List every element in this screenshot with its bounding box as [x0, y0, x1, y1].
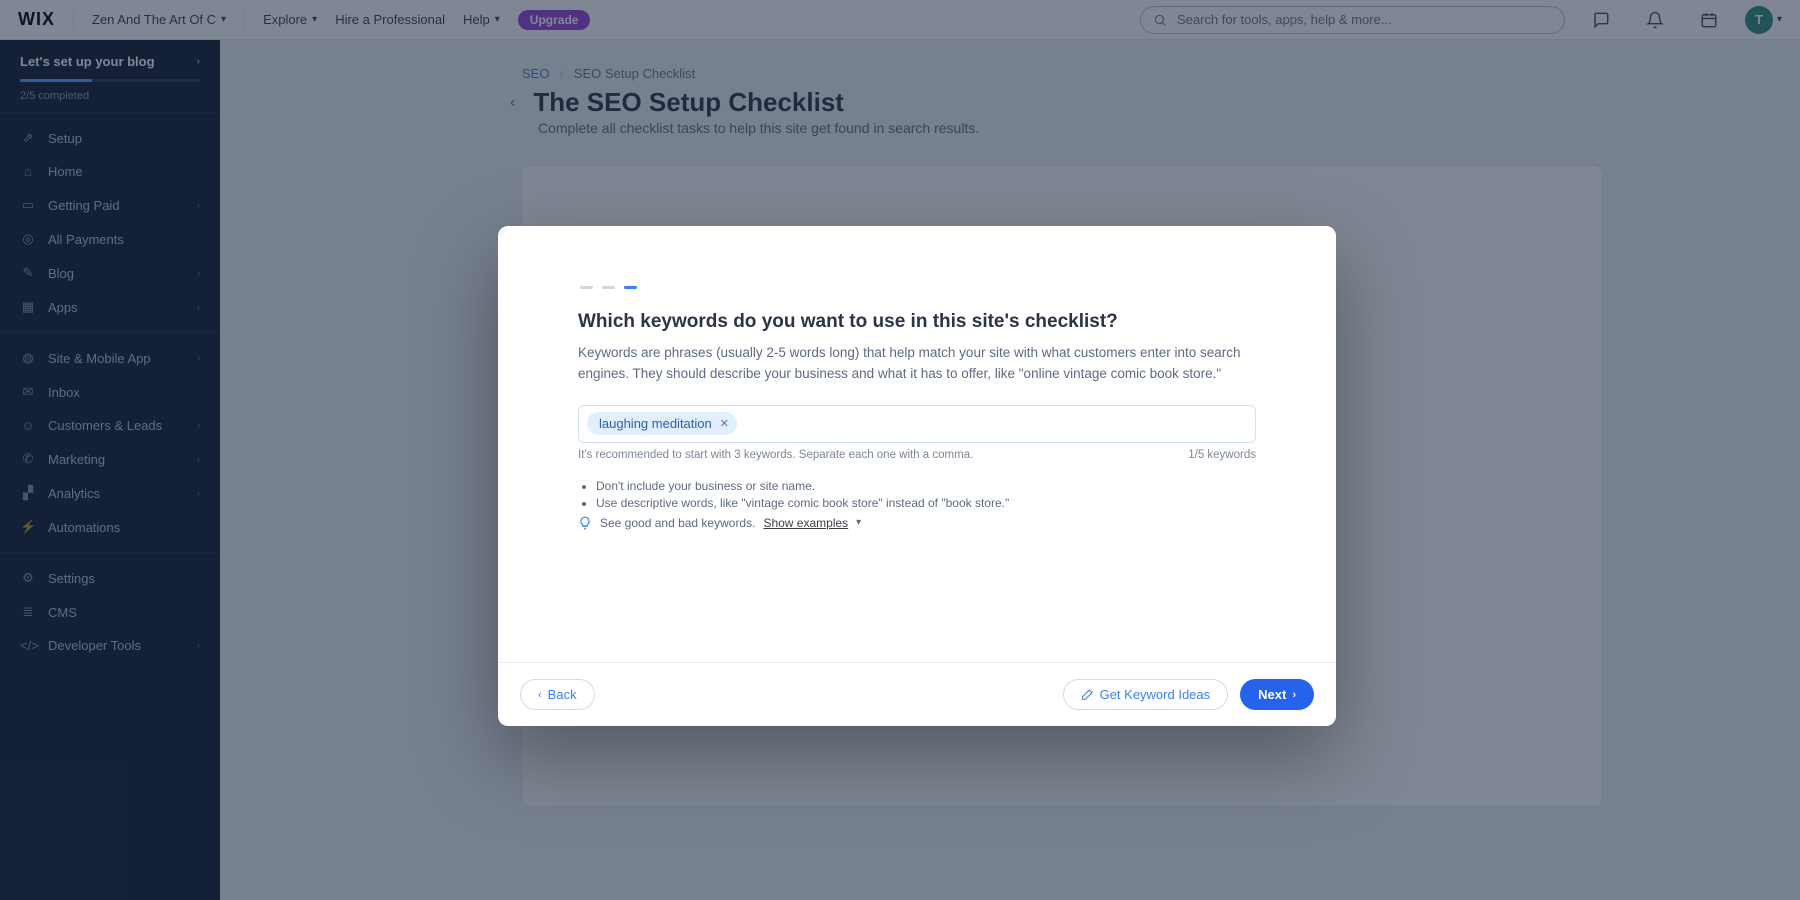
remove-tag-icon[interactable]: ✕ — [720, 417, 729, 430]
modal-title: Which keywords do you want to use in thi… — [578, 311, 1256, 333]
keywords-input[interactable]: laughing meditation ✕ — [578, 405, 1256, 443]
next-button[interactable]: Next › — [1240, 679, 1314, 710]
lightbulb-icon — [578, 516, 592, 530]
keywords-count: 1/5 keywords — [1188, 449, 1256, 461]
get-keyword-ideas-button[interactable]: Get Keyword Ideas — [1063, 679, 1229, 710]
show-examples-link[interactable]: Show examples — [763, 516, 848, 530]
magic-wand-icon — [1081, 688, 1094, 701]
keywords-modal: Which keywords do you want to use in thi… — [498, 226, 1336, 726]
keyword-tips-list: Don't include your business or site name… — [578, 479, 1256, 510]
back-button[interactable]: ‹ Back — [520, 679, 595, 710]
chevron-right-icon: › — [1292, 689, 1296, 701]
examples-tip-text: See good and bad keywords. — [600, 516, 755, 530]
chevron-down-icon: ▾ — [856, 517, 861, 528]
back-button-label: Back — [548, 687, 577, 702]
tip-bullet: Don't include your business or site name… — [596, 479, 1256, 493]
chevron-left-icon: ‹ — [538, 689, 542, 701]
ideas-button-label: Get Keyword Ideas — [1100, 687, 1211, 702]
tip-bullet: Use descriptive words, like "vintage com… — [596, 496, 1256, 510]
keywords-hint: It's recommended to start with 3 keyword… — [578, 449, 973, 461]
step-indicator — [580, 286, 1256, 289]
keyword-tag: laughing meditation ✕ — [587, 412, 737, 435]
keyword-tag-label: laughing meditation — [599, 416, 712, 431]
next-button-label: Next — [1258, 687, 1286, 702]
modal-footer: ‹ Back Get Keyword Ideas Next › — [498, 662, 1336, 726]
modal-description: Keywords are phrases (usually 2-5 words … — [578, 343, 1256, 385]
